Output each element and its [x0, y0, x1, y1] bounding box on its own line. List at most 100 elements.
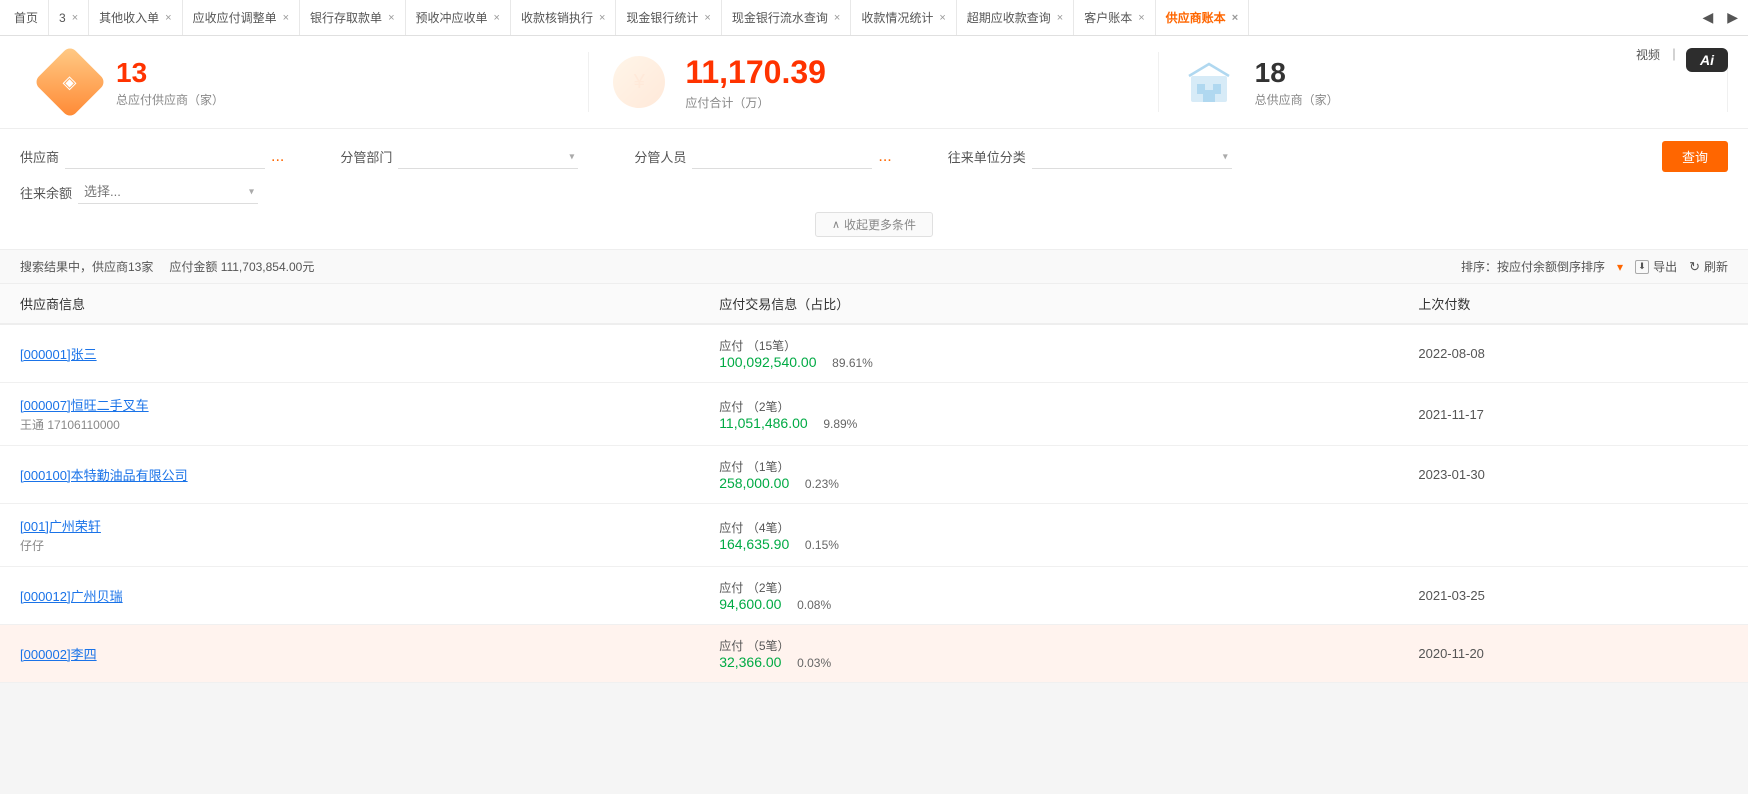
ai-button[interactable]: Ai	[1686, 48, 1728, 72]
filter-dept: 分管部门 ▾	[340, 145, 578, 169]
nav-tab-bank-deposit[interactable]: 银行存取款单 ×	[300, 0, 405, 35]
refresh-button[interactable]: ↻ 刷新	[1689, 258, 1728, 275]
stat-number-2: 11,170.39	[685, 53, 826, 91]
supplier-cell-4: [001]广州荣轩 仔仔	[0, 504, 699, 567]
supplier-link-4[interactable]: [001]广州荣轩	[20, 516, 679, 535]
supplier-input[interactable]	[65, 145, 265, 169]
nav-tab-supplier-ledger[interactable]: 供应商账本 ×	[1156, 0, 1249, 35]
close-icon[interactable]: ×	[939, 12, 945, 24]
separator: ｜	[1668, 46, 1680, 63]
sort-dropdown-icon[interactable]: ▾	[1617, 260, 1623, 274]
nav-tab-home[interactable]: 首页	[4, 0, 49, 35]
nav-tab-other-income[interactable]: 其他收入单 ×	[89, 0, 182, 35]
supplier-cell-1: [000001]张三	[0, 324, 699, 383]
last-payment-4	[1398, 504, 1748, 567]
stat-label-2: 应付合计（万）	[685, 94, 826, 111]
tx-label-2: 应付	[719, 400, 743, 414]
nav-tab-customer-ledger[interactable]: 客户账本 ×	[1074, 0, 1155, 35]
close-icon[interactable]: ×	[1057, 12, 1063, 24]
amount-5: 94,600.00	[719, 596, 781, 612]
nav-right-arrow[interactable]: ▶	[1721, 9, 1744, 26]
amount-4: 164,635.90	[719, 536, 789, 552]
table-header: 供应商信息 应付交易信息（占比） 上次付数	[0, 284, 1748, 324]
stat-block-payable-suppliers: ◈ 13 总应付供应商（家）	[20, 52, 589, 112]
close-icon[interactable]: ×	[1138, 12, 1144, 24]
tx-cell-2: 应付 （2笔） 11,051,486.00 9.89%	[699, 383, 1398, 446]
table-body: [000001]张三 应付 （15笔） 100,092,540.00 89.61…	[0, 324, 1748, 683]
nav-tab-cash-bank-query[interactable]: 现金银行流水查询 ×	[722, 0, 851, 35]
supplier-link-2[interactable]: [000007]恒旺二手叉车	[20, 395, 679, 414]
col-tx-info: 应付交易信息（占比）	[699, 284, 1398, 324]
balance-label: 往来余额	[20, 183, 72, 202]
dept-dropdown-icon[interactable]: ▾	[569, 151, 574, 162]
nav-tab-receipt-exec[interactable]: 收款核销执行 ×	[511, 0, 616, 35]
tx-count-3: （1笔）	[747, 460, 790, 474]
nav-tab-receipt-stat[interactable]: 收款情况统计 ×	[851, 0, 956, 35]
video-link[interactable]: 视频	[1636, 46, 1660, 63]
category-dropdown-icon[interactable]: ▾	[1223, 151, 1228, 162]
tx-cell-1: 应付 （15笔） 100,092,540.00 89.61%	[699, 324, 1398, 383]
close-icon[interactable]: ×	[834, 12, 840, 24]
nav-tab-adjustment[interactable]: 应收应付调整单 ×	[183, 0, 300, 35]
col-supplier-info: 供应商信息	[0, 284, 699, 324]
nav-tab-cash-bank-stat[interactable]: 现金银行统计 ×	[616, 0, 721, 35]
nav-tab-overdue-query[interactable]: 超期应收款查询 ×	[957, 0, 1074, 35]
stat-label-1: 总应付供应商（家）	[116, 91, 224, 108]
nav-left-arrow[interactable]: ◀	[1696, 9, 1719, 26]
result-actions: 排序：按应付余额倒序排序 ▾ ⬇ 导出 ↻ 刷新	[1461, 258, 1728, 275]
stat-number-1: 13	[116, 56, 224, 90]
nav-tab-3[interactable]: 3 ×	[49, 0, 89, 35]
balance-dropdown-icon[interactable]: ▾	[249, 187, 254, 198]
filter-area: 供应商 ... 分管部门 ▾ 分管人员 ... 往来单位分类 ▾	[0, 129, 1748, 250]
nav-tab-prepay[interactable]: 预收冲应收单 ×	[406, 0, 511, 35]
stat-label-3: 总供应商（家）	[1255, 91, 1339, 108]
refresh-icon: ↻	[1689, 259, 1700, 275]
category-label: 往来单位分类	[948, 147, 1026, 166]
last-payment-5: 2021-03-25	[1398, 567, 1748, 625]
close-icon[interactable]: ×	[1232, 12, 1238, 24]
amount-3: 258,000.00	[719, 475, 789, 491]
supplier-dots[interactable]: ...	[271, 148, 284, 166]
tx-count-1: （15笔）	[747, 339, 796, 353]
close-icon[interactable]: ×	[599, 12, 605, 24]
close-icon[interactable]: ×	[388, 12, 394, 24]
tx-count-2: （2笔）	[747, 400, 790, 414]
percent-6: 0.03%	[797, 656, 831, 670]
tx-cell-3: 应付 （1笔） 258,000.00 0.23%	[699, 446, 1398, 504]
percent-5: 0.08%	[797, 598, 831, 612]
tx-count-6: （5笔）	[747, 639, 790, 653]
tx-count-5: （2笔）	[747, 581, 790, 595]
supplier-table: 供应商信息 应付交易信息（占比） 上次付数 [000001]张三 应付 （15笔…	[0, 284, 1748, 683]
table-row: [000002]李四 应付 （5笔） 32,366.00 0.03% 2020-…	[0, 625, 1748, 683]
close-icon[interactable]: ×	[72, 12, 78, 24]
close-icon[interactable]: ×	[704, 12, 710, 24]
balance-input[interactable]	[78, 180, 258, 204]
diamond-icon: ◈	[63, 72, 77, 93]
stats-header: ◈ 13 总应付供应商（家） ¥ 11,170.39 应付合计（万）	[0, 36, 1748, 129]
export-button[interactable]: ⬇ 导出	[1635, 258, 1677, 275]
close-icon[interactable]: ×	[165, 12, 171, 24]
collapse-icon: ∧	[832, 218, 840, 231]
person-dots[interactable]: ...	[878, 148, 891, 166]
supplier-label: 供应商	[20, 147, 59, 166]
supplier-cell-5: [000012]广州贝瑞	[0, 567, 699, 625]
tx-cell-5: 应付 （2笔） 94,600.00 0.08%	[699, 567, 1398, 625]
payable-icon: ◈	[40, 52, 100, 112]
category-input[interactable]	[1032, 145, 1232, 169]
supplier-link-5[interactable]: [000012]广州贝瑞	[20, 586, 679, 605]
stat-content-3: 18 总供应商（家）	[1255, 56, 1339, 109]
close-icon[interactable]: ×	[494, 12, 500, 24]
stat-block-total-payable: ¥ 11,170.39 应付合计（万）	[589, 52, 1158, 112]
filter-person: 分管人员 ...	[634, 145, 891, 169]
person-input[interactable]	[692, 145, 872, 169]
collapse-button[interactable]: ∧ 收起更多条件	[815, 212, 933, 237]
date-6: 2020-11-20	[1418, 646, 1484, 661]
total-icon: ¥	[609, 52, 669, 112]
supplier-link-3[interactable]: [000100]本特勤油品有限公司	[20, 465, 679, 484]
query-button[interactable]: 查询	[1662, 141, 1728, 172]
close-icon[interactable]: ×	[283, 12, 289, 24]
filter-row-2: 往来余额 ▾	[20, 180, 1728, 204]
supplier-link-1[interactable]: [000001]张三	[20, 344, 679, 363]
dept-input[interactable]	[398, 145, 578, 169]
supplier-link-6[interactable]: [000002]李四	[20, 644, 679, 663]
